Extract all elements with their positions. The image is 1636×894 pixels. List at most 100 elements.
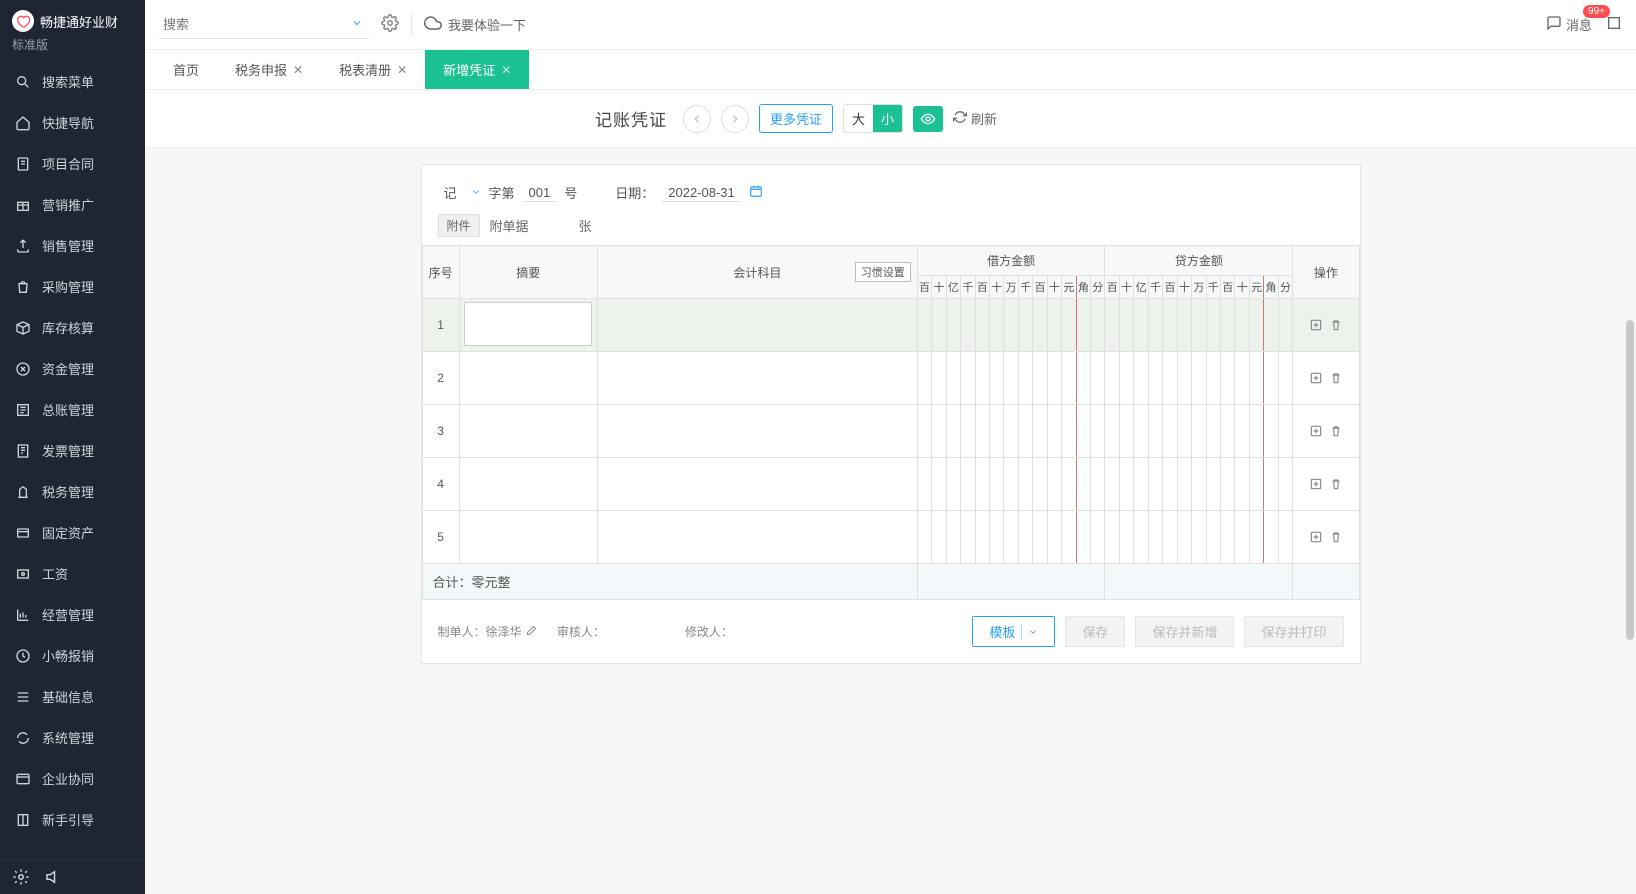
digit-cell[interactable] (917, 511, 931, 564)
digit-cell[interactable] (1062, 299, 1076, 352)
digit-cell[interactable] (1148, 458, 1162, 511)
next-button[interactable] (721, 105, 749, 133)
sound-icon[interactable] (44, 868, 62, 886)
add-row-icon[interactable] (1309, 318, 1323, 332)
digit-cell[interactable] (1206, 352, 1220, 405)
sidebar-item-expense[interactable]: 小畅报销 (0, 635, 145, 676)
save-print-button[interactable]: 保存并打印 (1244, 616, 1343, 647)
digit-cell[interactable] (917, 352, 931, 405)
digit-cell[interactable] (1119, 352, 1133, 405)
digit-cell[interactable] (1091, 352, 1105, 405)
close-icon[interactable]: ✕ (397, 63, 407, 77)
digit-cell[interactable] (1062, 511, 1076, 564)
close-icon[interactable]: ✕ (293, 63, 303, 77)
digit-cell[interactable] (1206, 458, 1220, 511)
digit-cell[interactable] (1119, 511, 1133, 564)
sidebar-item-operation[interactable]: 经营管理 (0, 594, 145, 635)
add-row-icon[interactable] (1309, 424, 1323, 438)
digit-cell[interactable] (1148, 405, 1162, 458)
digit-cell[interactable] (1076, 405, 1090, 458)
summary-cell[interactable] (459, 458, 597, 511)
template-button[interactable]: 模板 (972, 616, 1055, 647)
digit-cell[interactable] (1004, 299, 1018, 352)
digit-cell[interactable] (1249, 458, 1263, 511)
size-small-button[interactable]: 小 (873, 105, 902, 132)
digit-cell[interactable] (1062, 458, 1076, 511)
digit-cell[interactable] (1047, 458, 1061, 511)
subject-cell[interactable] (597, 458, 917, 511)
sidebar-item-purchase[interactable]: 采购管理 (0, 266, 145, 307)
digit-cell[interactable] (917, 405, 931, 458)
digit-cell[interactable] (1249, 405, 1263, 458)
digit-cell[interactable] (1105, 352, 1119, 405)
digit-cell[interactable] (1206, 299, 1220, 352)
digit-cell[interactable] (1091, 405, 1105, 458)
digit-cell[interactable] (1278, 405, 1292, 458)
calendar-icon[interactable] (749, 184, 763, 201)
digit-cell[interactable] (1177, 405, 1191, 458)
digit-cell[interactable] (961, 511, 975, 564)
preview-button[interactable] (913, 106, 943, 132)
digit-cell[interactable] (1091, 511, 1105, 564)
digit-cell[interactable] (1220, 352, 1234, 405)
sidebar-item-project[interactable]: 项目合同 (0, 143, 145, 184)
digit-cell[interactable] (1047, 299, 1061, 352)
digit-cell[interactable] (1220, 511, 1234, 564)
add-row-icon[interactable] (1309, 530, 1323, 544)
digit-cell[interactable] (932, 458, 946, 511)
digit-cell[interactable] (1091, 458, 1105, 511)
add-row-icon[interactable] (1309, 371, 1323, 385)
digit-cell[interactable] (1264, 405, 1278, 458)
digit-cell[interactable] (1177, 458, 1191, 511)
digit-cell[interactable] (1220, 299, 1234, 352)
digit-cell[interactable] (989, 405, 1003, 458)
digit-cell[interactable] (1047, 352, 1061, 405)
sidebar-item-invoice[interactable]: 发票管理 (0, 430, 145, 471)
subject-cell[interactable] (597, 511, 917, 564)
settings-icon[interactable] (381, 14, 399, 35)
delete-row-icon[interactable] (1329, 477, 1343, 491)
digit-cell[interactable] (1004, 511, 1018, 564)
sidebar-item-ledger[interactable]: 总账管理 (0, 389, 145, 430)
digit-cell[interactable] (989, 299, 1003, 352)
digit-cell[interactable] (932, 299, 946, 352)
sidebar-item-inventory[interactable]: 库存核算 (0, 307, 145, 348)
digit-cell[interactable] (1134, 352, 1148, 405)
digit-cell[interactable] (975, 352, 989, 405)
digit-cell[interactable] (961, 299, 975, 352)
delete-row-icon[interactable] (1329, 318, 1343, 332)
digit-cell[interactable] (1249, 352, 1263, 405)
refresh-button[interactable]: 刷新 (953, 109, 997, 128)
summary-input[interactable] (464, 302, 592, 346)
sidebar-item-sales[interactable]: 销售管理 (0, 225, 145, 266)
digit-cell[interactable] (1105, 299, 1119, 352)
digit-cell[interactable] (961, 405, 975, 458)
sidebar-item-salary[interactable]: 工资 (0, 553, 145, 594)
tab-home[interactable]: 首页 (155, 50, 217, 89)
digit-cell[interactable] (1192, 511, 1206, 564)
digit-cell[interactable] (975, 511, 989, 564)
digit-cell[interactable] (1278, 511, 1292, 564)
digit-cell[interactable] (1134, 299, 1148, 352)
digit-cell[interactable] (1163, 458, 1177, 511)
digit-cell[interactable] (932, 511, 946, 564)
digit-cell[interactable] (1235, 299, 1249, 352)
digit-cell[interactable] (1033, 511, 1047, 564)
digit-cell[interactable] (1018, 352, 1032, 405)
digit-cell[interactable] (1119, 458, 1133, 511)
voucher-number[interactable]: 001 (523, 184, 557, 202)
expand-icon[interactable] (1606, 15, 1622, 34)
tab-new-voucher[interactable]: 新增凭证✕ (425, 50, 529, 89)
digit-cell[interactable] (1264, 511, 1278, 564)
digit-cell[interactable] (1033, 458, 1047, 511)
sidebar-item-marketing[interactable]: 营销推广 (0, 184, 145, 225)
digit-cell[interactable] (1278, 458, 1292, 511)
message-button[interactable]: 消息 99+ (1546, 15, 1592, 34)
digit-cell[interactable] (975, 299, 989, 352)
digit-cell[interactable] (1206, 511, 1220, 564)
digit-cell[interactable] (1004, 352, 1018, 405)
digit-cell[interactable] (1004, 458, 1018, 511)
digit-cell[interactable] (1105, 458, 1119, 511)
digit-cell[interactable] (989, 458, 1003, 511)
digit-cell[interactable] (1148, 352, 1162, 405)
